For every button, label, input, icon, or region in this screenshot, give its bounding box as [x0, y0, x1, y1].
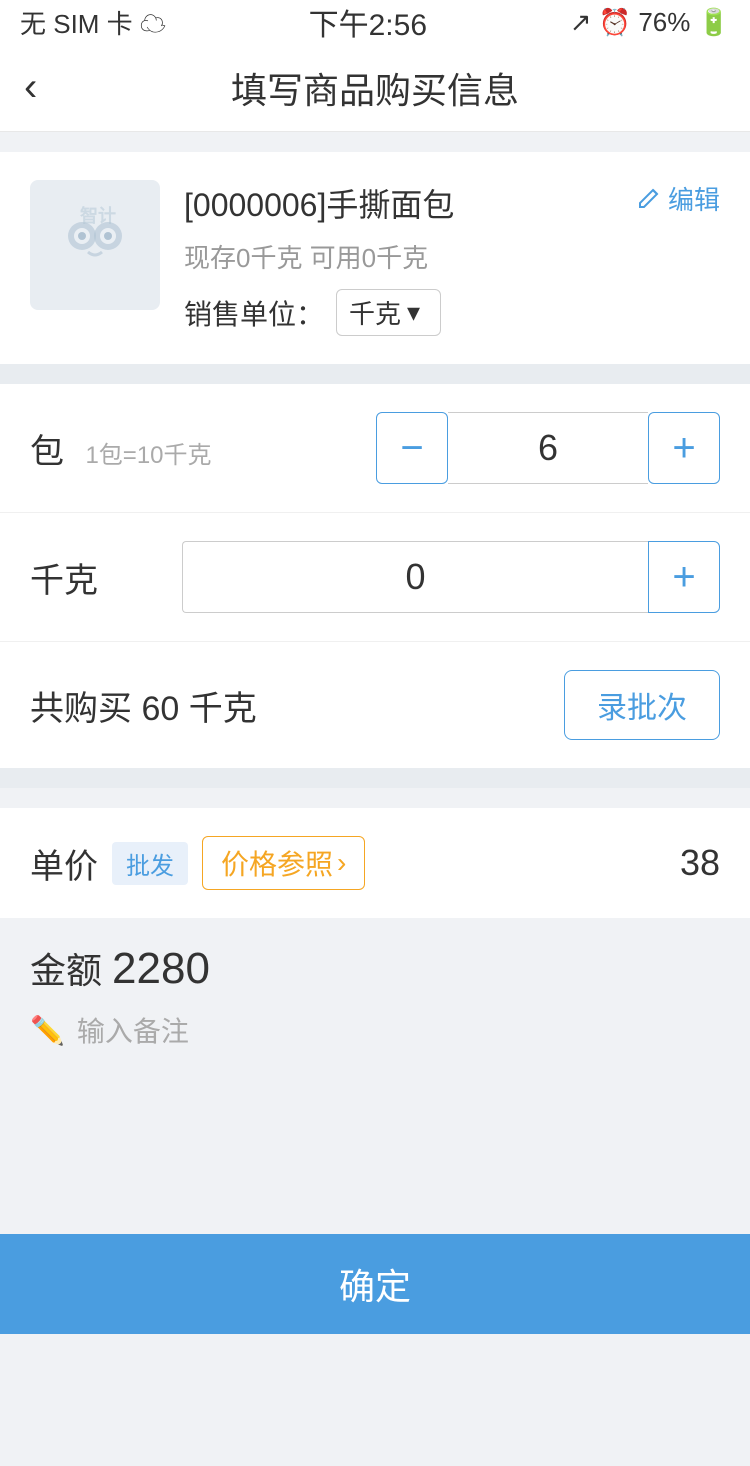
batch-button[interactable]: 录批次	[564, 670, 720, 740]
amount-row: 金额 2280	[30, 942, 720, 994]
amount-section: 金额 2280 ✏️ 输入备注	[0, 918, 750, 1066]
status-right: ↗ ⏰ 76% 🔋	[570, 7, 730, 38]
price-value: 38	[680, 842, 720, 884]
confirm-bar[interactable]: 确定	[0, 1234, 750, 1334]
quantity-section: 包 1包=10千克 − + 千克 +	[0, 384, 750, 641]
qty-kg-label: 千克	[30, 553, 182, 602]
edit-button[interactable]: 编辑	[636, 180, 720, 217]
qty-bag-controls: − +	[376, 412, 720, 484]
qty-bag-label: 包 1包=10千克	[30, 424, 376, 473]
nav-bar: ‹ 填写商品购买信息	[0, 44, 750, 132]
qty-kg-input[interactable]	[182, 541, 648, 613]
unit-label: 销售单位：	[184, 293, 324, 333]
qty-bag-input[interactable]	[448, 412, 648, 484]
price-ref-button[interactable]: 价格参照 ›	[202, 836, 365, 890]
page-title: 填写商品购买信息	[231, 62, 519, 114]
qty-kg-incr-button[interactable]: +	[648, 541, 720, 613]
back-button[interactable]: ‹	[24, 65, 37, 110]
product-stock: 现存0千克 可用0千克	[184, 238, 720, 275]
section-divider-1	[0, 364, 750, 384]
remark-row[interactable]: ✏️ 输入备注	[30, 1010, 720, 1050]
price-tag: 批发	[112, 842, 188, 885]
section-divider-2	[0, 768, 750, 788]
remark-placeholder: 输入备注	[77, 1010, 189, 1050]
unit-select[interactable]: 千克 ▾	[336, 289, 441, 336]
status-bar: 无 SIM 卡 ☁ 下午2:56 ↗ ⏰ 76% 🔋	[0, 0, 750, 44]
product-image-placeholder: 智计	[50, 194, 140, 296]
pencil-icon: ✏️	[30, 1014, 65, 1047]
amount-value: 2280	[112, 944, 210, 993]
price-section: 单价 批发 价格参照 › 38	[0, 808, 750, 918]
total-row: 共购买 60 千克 录批次	[0, 641, 750, 768]
price-label: 单价	[30, 839, 98, 888]
confirm-button[interactable]: 确定	[339, 1258, 411, 1310]
qty-bag-decr-button[interactable]: −	[376, 412, 448, 484]
total-text: 共购买 60 千克	[30, 681, 257, 730]
status-left: 无 SIM 卡 ☁	[20, 4, 166, 41]
svg-text:智计: 智计	[80, 205, 116, 226]
qty-bag-hint: 1包=10千克	[85, 442, 211, 469]
qty-bag-incr-button[interactable]: +	[648, 412, 720, 484]
product-card: 智计 [0000006]手撕面包 编辑 现存0千克 可用0千克 销售单位： 千克…	[0, 152, 750, 364]
product-image: 智计	[30, 180, 160, 310]
sim-label: 无 SIM 卡 ☁	[20, 4, 166, 41]
qty-row-kg: 千克 +	[0, 513, 750, 641]
product-unit-row: 销售单位： 千克 ▾	[184, 289, 720, 336]
amount-label: 金额	[30, 950, 102, 991]
product-name: [0000006]手撕面包	[184, 180, 454, 226]
qty-kg-controls: +	[182, 541, 720, 613]
qty-row-bag: 包 1包=10千克 − +	[0, 384, 750, 513]
battery-label: ↗ ⏰ 76% 🔋	[570, 7, 730, 38]
price-left: 单价 批发 价格参照 ›	[30, 836, 365, 890]
status-time: 下午2:56	[309, 0, 427, 44]
product-info: [0000006]手撕面包 编辑 现存0千克 可用0千克 销售单位： 千克 ▾	[184, 180, 720, 336]
